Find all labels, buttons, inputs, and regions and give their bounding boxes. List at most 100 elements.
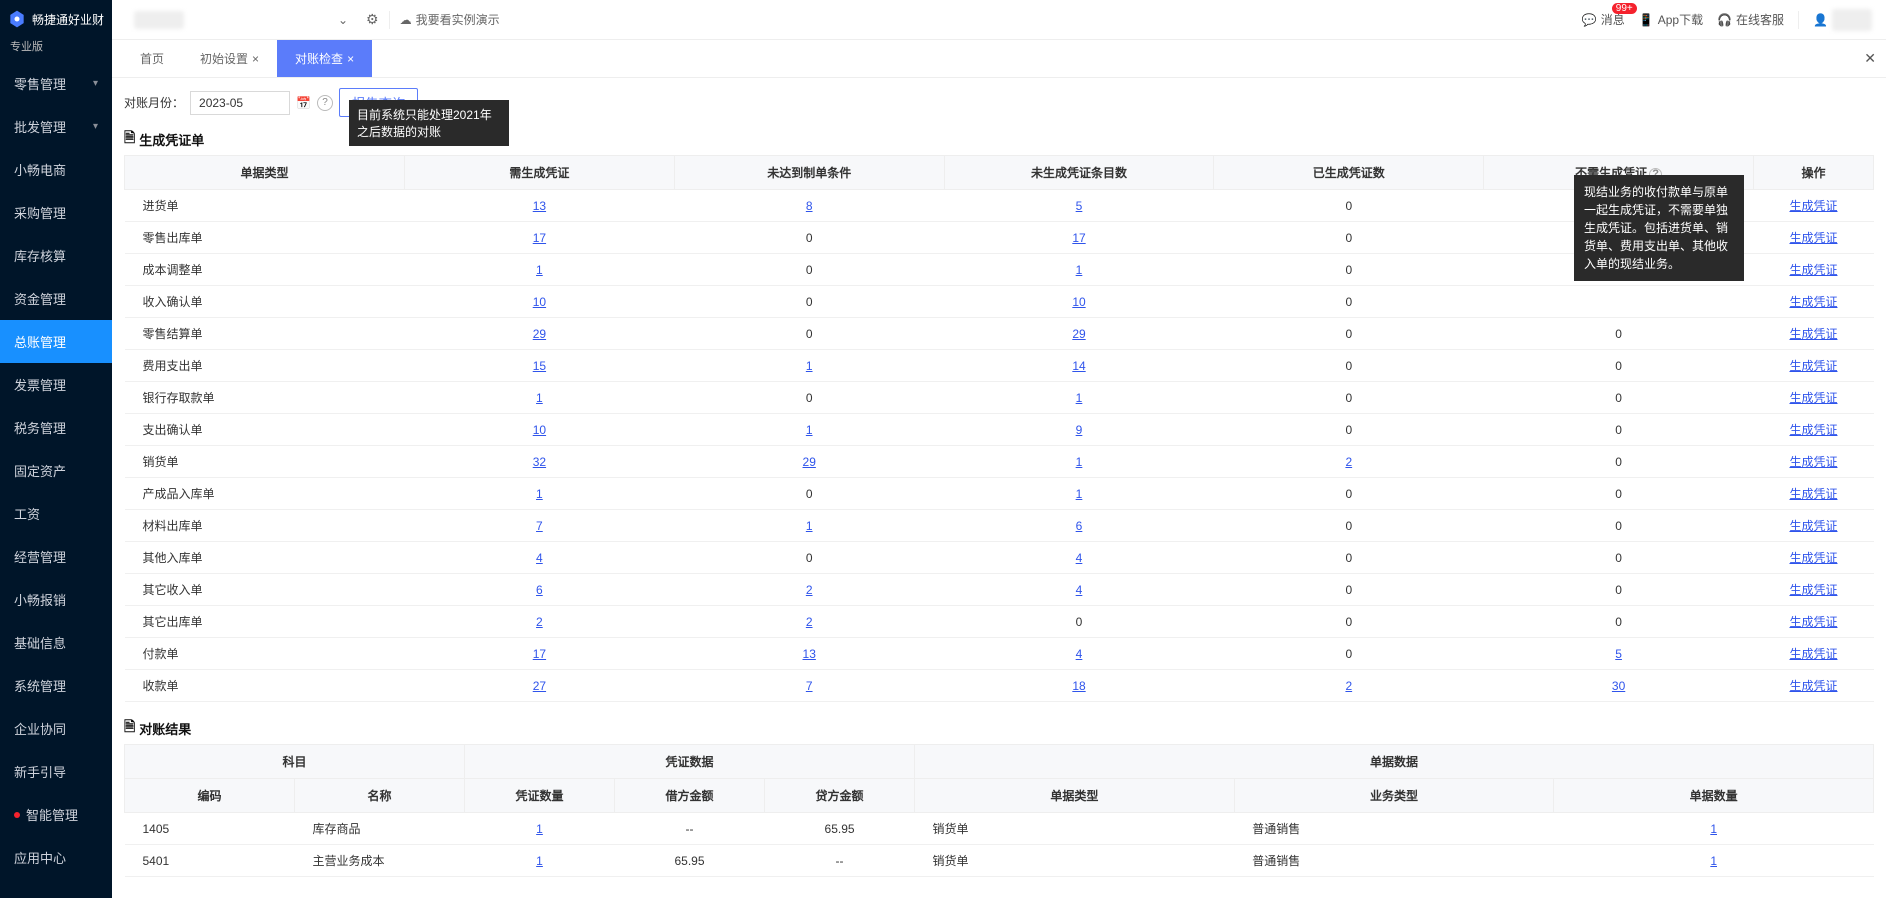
- generate-voucher-link[interactable]: 生成凭证: [1789, 519, 1837, 533]
- value-link[interactable]: 29: [533, 327, 546, 341]
- sidebar-item-12[interactable]: 小畅报销: [0, 578, 112, 621]
- app-download-button[interactable]: 📱 App下载: [1639, 11, 1703, 28]
- value-link[interactable]: 1: [1076, 455, 1083, 469]
- generate-voucher-link[interactable]: 生成凭证: [1789, 487, 1837, 501]
- value-link[interactable]: 10: [533, 295, 546, 309]
- value-link[interactable]: 29: [1072, 327, 1085, 341]
- tab-2[interactable]: 对账检查×: [277, 40, 372, 77]
- generate-voucher-link[interactable]: 生成凭证: [1789, 647, 1837, 661]
- sidebar-item-16[interactable]: 新手引导: [0, 750, 112, 793]
- value-link[interactable]: 4: [536, 551, 543, 565]
- generate-voucher-link[interactable]: 生成凭证: [1789, 615, 1837, 629]
- value-link[interactable]: 7: [806, 679, 813, 693]
- close-icon[interactable]: ×: [347, 52, 354, 66]
- sidebar-item-10[interactable]: 工资: [0, 492, 112, 535]
- value-link[interactable]: 6: [1076, 519, 1083, 533]
- sidebar-item-9[interactable]: 固定资产: [0, 449, 112, 492]
- generate-voucher-link[interactable]: 生成凭证: [1789, 327, 1837, 341]
- sidebar-item-6[interactable]: 总账管理: [0, 320, 112, 363]
- value-link[interactable]: 17: [1072, 231, 1085, 245]
- value-link[interactable]: 18: [1072, 679, 1085, 693]
- value-link[interactable]: 2: [806, 583, 813, 597]
- value-link[interactable]: 1: [536, 263, 543, 277]
- value-link[interactable]: 27: [533, 679, 546, 693]
- generate-voucher-link[interactable]: 生成凭证: [1789, 391, 1837, 405]
- value-link[interactable]: 1: [1710, 854, 1717, 868]
- sidebar-item-14[interactable]: 系统管理: [0, 664, 112, 707]
- close-all-tabs-icon[interactable]: ✕: [1864, 50, 1876, 67]
- avatar-icon: 👤: [1813, 13, 1828, 27]
- value-link[interactable]: 6: [536, 583, 543, 597]
- org-selector[interactable]: ⌄: [126, 9, 356, 31]
- tab-0[interactable]: 首页: [122, 40, 182, 77]
- value-link[interactable]: 17: [533, 231, 546, 245]
- value-link[interactable]: 13: [533, 199, 546, 213]
- sidebar-item-18[interactable]: 应用中心: [0, 836, 112, 879]
- value-link[interactable]: 1: [806, 423, 813, 437]
- value-link[interactable]: 1: [806, 519, 813, 533]
- sidebar-item-0[interactable]: 零售管理▾: [0, 62, 112, 105]
- month-input[interactable]: 2023-05: [190, 91, 290, 115]
- generate-voucher-link[interactable]: 生成凭证: [1789, 295, 1837, 309]
- gear-icon[interactable]: ⚙: [366, 11, 379, 28]
- sidebar-item-17[interactable]: 智能管理: [0, 793, 112, 836]
- value-link[interactable]: 32: [533, 455, 546, 469]
- generate-voucher-link[interactable]: 生成凭证: [1789, 231, 1837, 245]
- value-link[interactable]: 1: [1710, 822, 1717, 836]
- value-link[interactable]: 2: [1345, 679, 1352, 693]
- value-link[interactable]: 9: [1076, 423, 1083, 437]
- sidebar-item-2[interactable]: 小畅电商: [0, 148, 112, 191]
- value-link[interactable]: 30: [1612, 679, 1625, 693]
- generate-voucher-link[interactable]: 生成凭证: [1789, 551, 1837, 565]
- generate-voucher-link[interactable]: 生成凭证: [1789, 423, 1837, 437]
- value-link[interactable]: 1: [1076, 391, 1083, 405]
- sidebar-item-5[interactable]: 资金管理: [0, 277, 112, 320]
- value-link[interactable]: 10: [1072, 295, 1085, 309]
- value-link[interactable]: 5: [1076, 199, 1083, 213]
- sidebar-item-15[interactable]: 企业协同: [0, 707, 112, 750]
- value-link[interactable]: 2: [1345, 455, 1352, 469]
- sidebar-item-13[interactable]: 基础信息: [0, 621, 112, 664]
- user-avatar[interactable]: 👤: [1813, 9, 1872, 31]
- generate-voucher-link[interactable]: 生成凭证: [1789, 455, 1837, 469]
- value-link[interactable]: 2: [536, 615, 543, 629]
- value-link[interactable]: 1: [536, 391, 543, 405]
- value-link[interactable]: 29: [803, 455, 816, 469]
- help-icon[interactable]: ?: [317, 95, 333, 111]
- value-link[interactable]: 15: [533, 359, 546, 373]
- demo-link[interactable]: ☁ 我要看实例演示: [400, 11, 500, 28]
- value-link[interactable]: 1: [1076, 263, 1083, 277]
- value-link[interactable]: 1: [806, 359, 813, 373]
- value-link[interactable]: 4: [1076, 551, 1083, 565]
- value-link[interactable]: 4: [1076, 583, 1083, 597]
- value-link[interactable]: 17: [533, 647, 546, 661]
- close-icon[interactable]: ×: [252, 52, 259, 66]
- value-link[interactable]: 2: [806, 615, 813, 629]
- sidebar-item-8[interactable]: 税务管理: [0, 406, 112, 449]
- generate-voucher-link[interactable]: 生成凭证: [1789, 199, 1837, 213]
- value-link[interactable]: 8: [806, 199, 813, 213]
- sidebar-item-1[interactable]: 批发管理▾: [0, 105, 112, 148]
- sidebar-item-4[interactable]: 库存核算: [0, 234, 112, 277]
- sidebar-item-7[interactable]: 发票管理: [0, 363, 112, 406]
- generate-voucher-link[interactable]: 生成凭证: [1789, 263, 1837, 277]
- sidebar-item-3[interactable]: 采购管理: [0, 191, 112, 234]
- value-link[interactable]: 1: [536, 487, 543, 501]
- messages-button[interactable]: 💬 消息 99+: [1582, 11, 1625, 28]
- value-link[interactable]: 5: [1615, 647, 1622, 661]
- value-link[interactable]: 13: [803, 647, 816, 661]
- sidebar-item-11[interactable]: 经营管理: [0, 535, 112, 578]
- value-link[interactable]: 1: [536, 854, 543, 868]
- value-link[interactable]: 10: [533, 423, 546, 437]
- value-link[interactable]: 14: [1072, 359, 1085, 373]
- value-link[interactable]: 1: [1076, 487, 1083, 501]
- customer-service-button[interactable]: 🎧 在线客服: [1717, 11, 1784, 28]
- value-link[interactable]: 7: [536, 519, 543, 533]
- generate-voucher-link[interactable]: 生成凭证: [1789, 359, 1837, 373]
- calendar-icon[interactable]: 📅: [296, 96, 311, 110]
- generate-voucher-link[interactable]: 生成凭证: [1789, 583, 1837, 597]
- value-link[interactable]: 1: [536, 822, 543, 836]
- tab-1[interactable]: 初始设置×: [182, 40, 277, 77]
- value-link[interactable]: 4: [1076, 647, 1083, 661]
- generate-voucher-link[interactable]: 生成凭证: [1789, 679, 1837, 693]
